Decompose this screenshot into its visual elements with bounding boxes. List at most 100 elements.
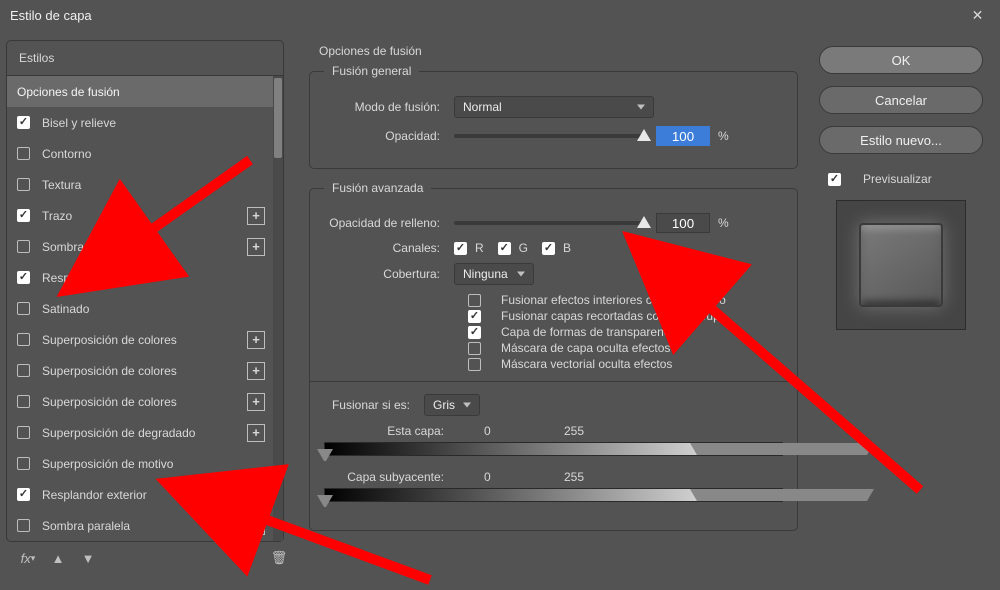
channel-checkbox[interactable] [542,242,555,255]
new-style-button[interactable]: Estilo nuevo... [819,126,983,154]
opacity-input[interactable] [656,126,710,146]
advanced-blending-group: Fusión avanzada Opacidad de relleno: % C… [309,181,798,531]
underlying-gradient[interactable] [324,488,783,502]
style-item[interactable]: Satinado [7,293,273,324]
style-item[interactable]: Bisel y relieve [7,107,273,138]
option-checkbox[interactable] [468,342,481,355]
option-label: Máscara vectorial oculta efectos [501,357,672,371]
add-effect-button[interactable]: + [247,517,265,535]
ok-button[interactable]: OK [819,46,983,74]
cancel-button[interactable]: Cancelar [819,86,983,114]
window-title: Estilo de capa [10,8,955,23]
add-effect-button[interactable]: + [247,393,265,411]
knockout-label: Cobertura: [324,267,454,281]
preview-checkbox[interactable] [828,173,841,186]
style-item[interactable]: Sombra int... + [7,231,273,262]
white-slider-handle[interactable] [690,443,874,467]
style-checkbox[interactable] [17,178,30,191]
style-checkbox[interactable] [17,240,30,253]
black-slider-handle[interactable] [317,449,333,467]
style-label: Superposición de colores [42,364,241,378]
option-checkbox[interactable] [468,310,481,323]
trash-icon[interactable]: 🗑 [271,550,287,566]
preview-thumbnail [836,200,966,330]
knockout-select[interactable]: Ninguna [454,263,534,285]
style-item[interactable]: Contorno [7,138,273,169]
move-up-icon[interactable]: ▲ [50,550,66,566]
option-checkbox[interactable] [468,294,481,307]
style-label: Bisel y relieve [42,116,265,130]
blend-mode-select[interactable]: Normal [454,96,654,118]
blendif-select[interactable]: Gris [424,394,480,416]
blend-mode-label: Modo de fusión: [324,100,454,114]
opacity-slider[interactable] [454,134,644,138]
style-item[interactable]: Resplandor interior [7,262,273,293]
blending-options-title: Opciones de fusión [319,44,798,58]
style-checkbox[interactable] [17,488,30,501]
style-label: Contorno [42,147,265,161]
styles-header: Estilos [7,41,283,76]
style-item[interactable]: Superposición de degradado + [7,417,273,448]
style-label: Superposición de colores [42,395,241,409]
style-label: Superposición de motivo [42,457,265,471]
style-checkbox[interactable] [17,364,30,377]
add-effect-button[interactable]: + [247,207,265,225]
black-slider-handle[interactable] [317,495,333,513]
opacity-label: Opacidad: [324,129,454,143]
style-item[interactable]: Superposición de colores + [7,355,273,386]
blendif-label: Fusionar si es: [324,398,424,412]
channel-checkbox[interactable] [498,242,511,255]
option-checkbox[interactable] [468,358,481,371]
fill-opacity-label: Opacidad de relleno: [324,216,454,230]
general-blending-legend: Fusión general [324,64,419,78]
style-item[interactable]: Superposición de motivo [7,448,273,479]
style-checkbox[interactable] [17,302,30,315]
styles-list: Opciones de fusión Bisel y relieve Contorn… [7,76,273,541]
style-checkbox[interactable] [17,395,30,408]
channel-checkbox[interactable] [454,242,467,255]
add-effect-button[interactable]: + [247,331,265,349]
style-item[interactable]: Resplandor exterior [7,479,273,510]
style-checkbox[interactable] [17,426,30,439]
option-label: Fusionar efectos interiores como un grup… [501,293,726,307]
style-item[interactable]: Superposición de colores + [7,324,273,355]
fill-opacity-slider[interactable] [454,221,644,225]
add-effect-button[interactable]: + [247,362,265,380]
this-layer-gradient[interactable] [324,442,783,456]
option-checkbox[interactable] [468,326,481,339]
add-effect-button[interactable]: + [247,238,265,256]
style-checkbox[interactable] [17,147,30,160]
style-item[interactable]: Sombra paralela + [7,510,273,541]
style-item[interactable]: Trazo+ [7,200,273,231]
style-checkbox[interactable] [17,457,30,470]
style-checkbox[interactable] [17,116,30,129]
style-item[interactable]: Superposición de colores + [7,386,273,417]
style-label: Sombra int... [42,240,241,254]
style-checkbox[interactable] [17,519,30,532]
white-slider-handle[interactable] [690,489,874,513]
close-icon: ✕ [972,7,984,24]
style-label: Sombra paralela [42,519,241,533]
style-item[interactable]: Textura [7,169,273,200]
style-item[interactable]: Opciones de fusión [7,76,273,107]
style-label: Resplandor interior [42,271,265,285]
channels-label: Canales: [324,241,454,255]
add-effect-button[interactable]: + [247,424,265,442]
style-checkbox[interactable] [17,209,30,222]
styles-panel: Estilos Opciones de fusión Bisel y reliev… [6,40,284,542]
close-button[interactable]: ✕ [955,0,1000,30]
general-blending-group: Fusión general Modo de fusión: Normal Op… [309,64,798,169]
channel-label: R [475,241,484,255]
channel-label: G [519,241,528,255]
style-label: Superposición de colores [42,333,241,347]
titlebar: Estilo de capa ✕ [0,0,1000,30]
channels-row: RGB [454,241,571,255]
fill-opacity-input[interactable] [656,213,710,233]
fx-menu-button[interactable]: fx▾ [20,550,36,566]
style-label: Superposición de degradado [42,426,241,440]
styles-scrollbar[interactable] [273,76,283,541]
move-down-icon[interactable]: ▼ [80,550,96,566]
option-label: Capa de formas de transparencia [501,325,679,339]
style-checkbox[interactable] [17,271,30,284]
style-checkbox[interactable] [17,333,30,346]
